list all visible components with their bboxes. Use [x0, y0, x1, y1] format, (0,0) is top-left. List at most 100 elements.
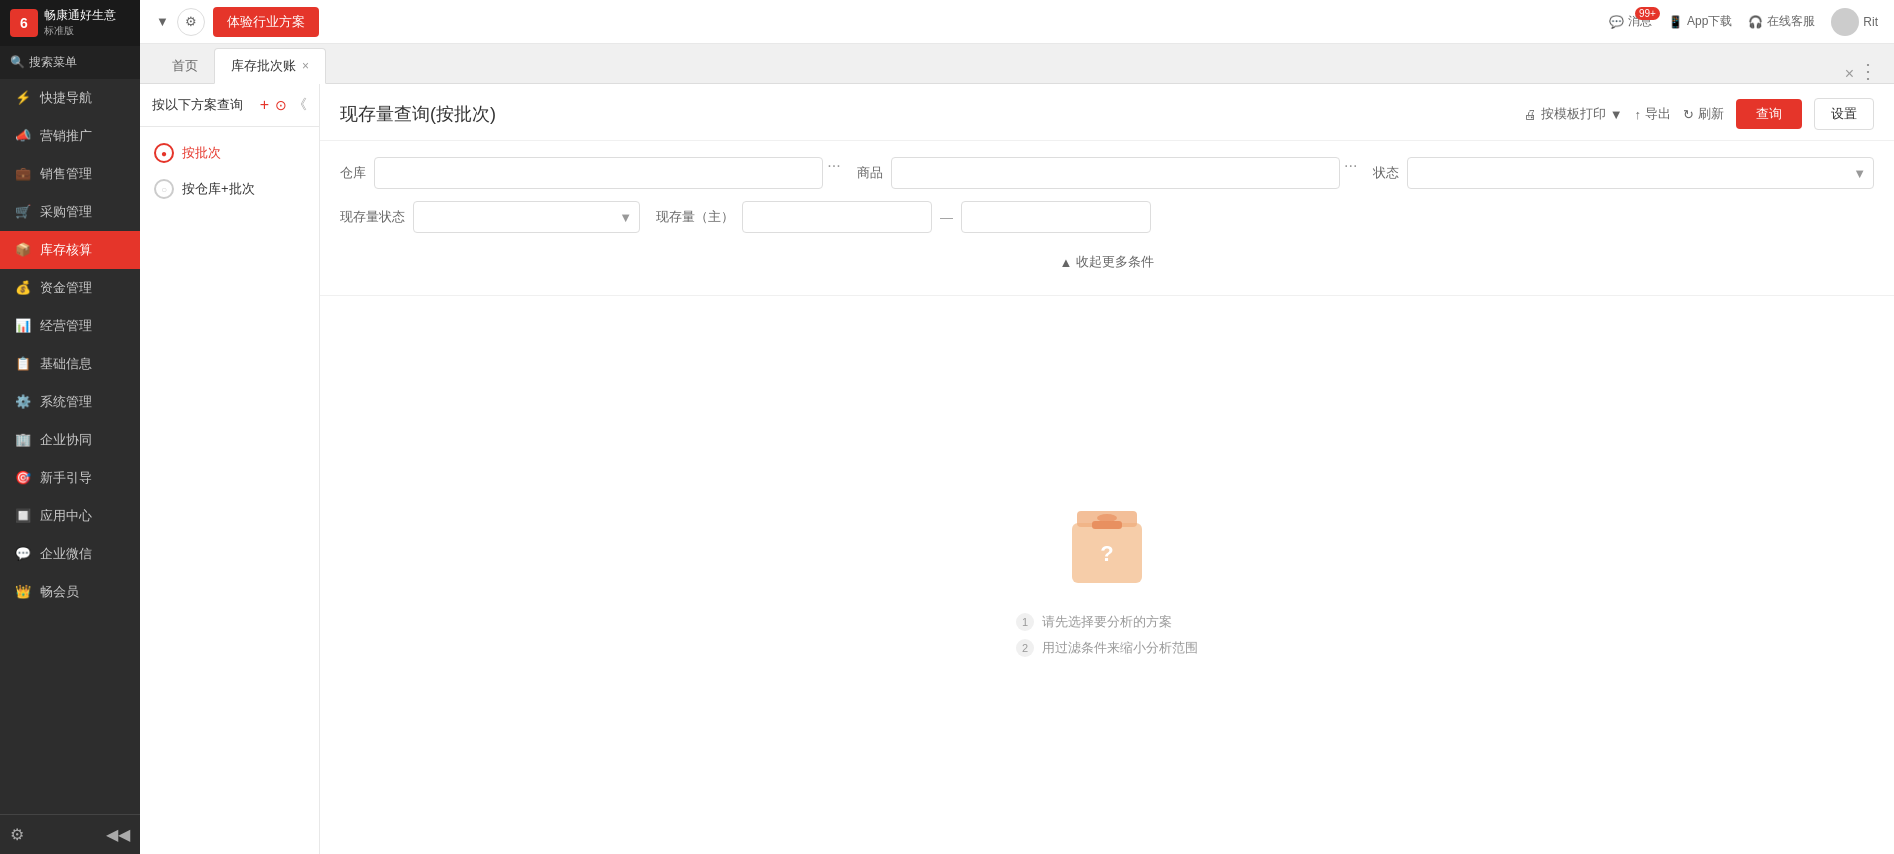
print-label: 按模板打印 [1541, 105, 1606, 123]
finance-icon: 💰 [14, 279, 32, 297]
member-label: 畅会员 [40, 583, 79, 601]
apps-label: 应用中心 [40, 507, 92, 525]
user-name: Rit [1863, 15, 1878, 29]
tab-home[interactable]: 首页 [156, 49, 214, 83]
marketing-icon: 📣 [14, 127, 32, 145]
company-name: 畅康通好生意 [44, 8, 116, 24]
online-service-label: 在线客服 [1767, 13, 1815, 30]
export-label: 导出 [1645, 105, 1671, 123]
warehouse-input[interactable] [374, 157, 823, 189]
basic-label: 基础信息 [40, 355, 92, 373]
app-download-label: App下载 [1687, 13, 1732, 30]
tab-home-label: 首页 [172, 57, 198, 75]
operations-label: 经营管理 [40, 317, 92, 335]
tabs-bar: 首页 库存批次账 × × ⋮ [140, 44, 1894, 84]
sidebar-item-system[interactable]: ⚙️ 系统管理 [0, 383, 140, 421]
apps-icon: 🔲 [14, 507, 32, 525]
inventory-qty-from[interactable] [742, 201, 932, 233]
trial-industry-btn[interactable]: 体验行业方案 [213, 7, 319, 37]
sidebar-item-finance[interactable]: 💰 资金管理 [0, 269, 140, 307]
sidebar-item-basic[interactable]: 📋 基础信息 [0, 345, 140, 383]
topbar-left: ▼ ⚙ 体验行业方案 [156, 7, 1599, 37]
enterprise-label: 企业协同 [40, 431, 92, 449]
sidebar-item-guide[interactable]: 🎯 新手引导 [0, 459, 140, 497]
sidebar-item-wechat[interactable]: 💬 企业微信 [0, 535, 140, 573]
print-icon: 🖨 [1524, 107, 1537, 122]
purchase-icon: 🛒 [14, 203, 32, 221]
tab-close-btn[interactable]: × [302, 59, 309, 73]
sidebar-item-apps[interactable]: 🔲 应用中心 [0, 497, 140, 535]
filter-row-2: 现存量状态 ▼ 现存量（主） — [340, 201, 1874, 233]
sales-label: 销售管理 [40, 165, 92, 183]
print-dropdown-arrow: ▼ [1610, 107, 1623, 122]
batch-scheme-icon: ● [154, 143, 174, 163]
warehouse-input-wrapper: ··· [374, 157, 841, 189]
sidebar-item-sales[interactable]: 💼 销售管理 [0, 155, 140, 193]
export-btn[interactable]: ↑ 导出 [1635, 105, 1672, 123]
message-icon: 💬 [1609, 15, 1624, 29]
wechat-label: 企业微信 [40, 545, 92, 563]
sidebar-nav: ⚡ 快捷导航 📣 营销推广 💼 销售管理 🛒 采购管理 📦 库存核算 💰 资金管… [0, 79, 140, 814]
filter-product: 商品 ··· [857, 157, 1358, 189]
sidebar-item-enterprise[interactable]: 🏢 企业协同 [0, 421, 140, 459]
service-icon: 🎧 [1748, 15, 1763, 29]
collapse-filter-btn[interactable]: ▲ 收起更多条件 [340, 245, 1874, 279]
add-scheme-btn[interactable]: + [260, 97, 269, 113]
sidebar-item-inventory[interactable]: 📦 库存核算 [0, 231, 140, 269]
sidebar-item-marketing[interactable]: 📣 营销推广 [0, 117, 140, 155]
search-menu-btn[interactable]: 🔍 搜索菜单 [0, 46, 140, 79]
collapse-sidebar-btn[interactable]: ◀◀ [106, 825, 130, 844]
inventory-qty-range: — [742, 201, 1151, 233]
empty-illustration: ? [1047, 493, 1167, 593]
finance-label: 资金管理 [40, 279, 92, 297]
search-menu-label: 搜索菜单 [29, 54, 77, 71]
left-panel: 按以下方案查询 + ⊙ 《 ● 按批次 ○ 按仓库+批次 [140, 84, 320, 854]
system-label: 系统管理 [40, 393, 92, 411]
shortcuts-icon: ⚡ [14, 89, 32, 107]
topbar-settings-btn[interactable]: ⚙ [177, 8, 205, 36]
range-separator: — [940, 210, 953, 225]
tab-inventory-batch[interactable]: 库存批次账 × [214, 48, 326, 84]
print-btn[interactable]: 🖨 按模板打印 ▼ [1524, 105, 1623, 123]
scheme-item-warehouse-batch[interactable]: ○ 按仓库+批次 [140, 171, 319, 207]
query-submit-btn[interactable]: 查询 [1736, 99, 1802, 129]
guide-label: 新手引导 [40, 469, 92, 487]
tab-inventory-batch-label: 库存批次账 [231, 57, 296, 75]
purchase-label: 采购管理 [40, 203, 92, 221]
sidebar-item-member[interactable]: 👑 畅会员 [0, 573, 140, 611]
product-input-wrapper: ··· [891, 157, 1358, 189]
messages-btn[interactable]: 💬 消息 99+ [1609, 13, 1652, 30]
sidebar-item-shortcuts[interactable]: ⚡ 快捷导航 [0, 79, 140, 117]
refresh-icon: ↻ [1683, 107, 1694, 122]
product-more-btn[interactable]: ··· [1344, 157, 1357, 189]
hint-text-2: 用过滤条件来缩小分析范围 [1042, 639, 1198, 657]
refresh-btn[interactable]: ↻ 刷新 [1683, 105, 1724, 123]
wechat-icon: 💬 [14, 545, 32, 563]
sidebar-item-purchase[interactable]: 🛒 采购管理 [0, 193, 140, 231]
online-service-btn[interactable]: 🎧 在线客服 [1748, 13, 1815, 30]
sidebar: 6 畅康通好生意 标准版 🔍 搜索菜单 ⚡ 快捷导航 📣 营销推广 💼 销售管理… [0, 0, 140, 854]
app-download-btn[interactable]: 📱 App下载 [1668, 13, 1732, 30]
settings-scheme-btn[interactable]: ⊙ [275, 98, 287, 112]
empty-hint-1: 1 请先选择要分析的方案 [1016, 613, 1198, 631]
close-panel-btn[interactable]: × [1845, 65, 1854, 83]
settings-display-btn[interactable]: 设置 [1814, 98, 1874, 130]
avatar-img [1831, 8, 1859, 36]
expand-icon[interactable]: ⋮ [1858, 59, 1878, 83]
scheme-item-batch[interactable]: ● 按批次 [140, 135, 319, 171]
status-select[interactable] [1407, 157, 1874, 189]
inventory-qty-to[interactable] [961, 201, 1151, 233]
empty-box-svg: ? [1047, 493, 1167, 593]
user-avatar[interactable]: Rit [1831, 8, 1878, 36]
topbar-dropdown[interactable]: ▼ [156, 14, 169, 29]
page-title: 现存量查询(按批次) [340, 102, 496, 126]
system-icon: ⚙️ [14, 393, 32, 411]
inventory-status-select[interactable] [413, 201, 640, 233]
filter-inventory-qty: 现存量（主） — [656, 201, 1056, 233]
warehouse-more-btn[interactable]: ··· [827, 157, 840, 189]
settings-btn[interactable]: ⚙ [10, 825, 24, 844]
sidebar-item-operations[interactable]: 📊 经营管理 [0, 307, 140, 345]
product-input[interactable] [891, 157, 1340, 189]
search-icon: 🔍 [10, 55, 25, 69]
collapse-left-panel-btn[interactable]: 《 [293, 96, 307, 114]
